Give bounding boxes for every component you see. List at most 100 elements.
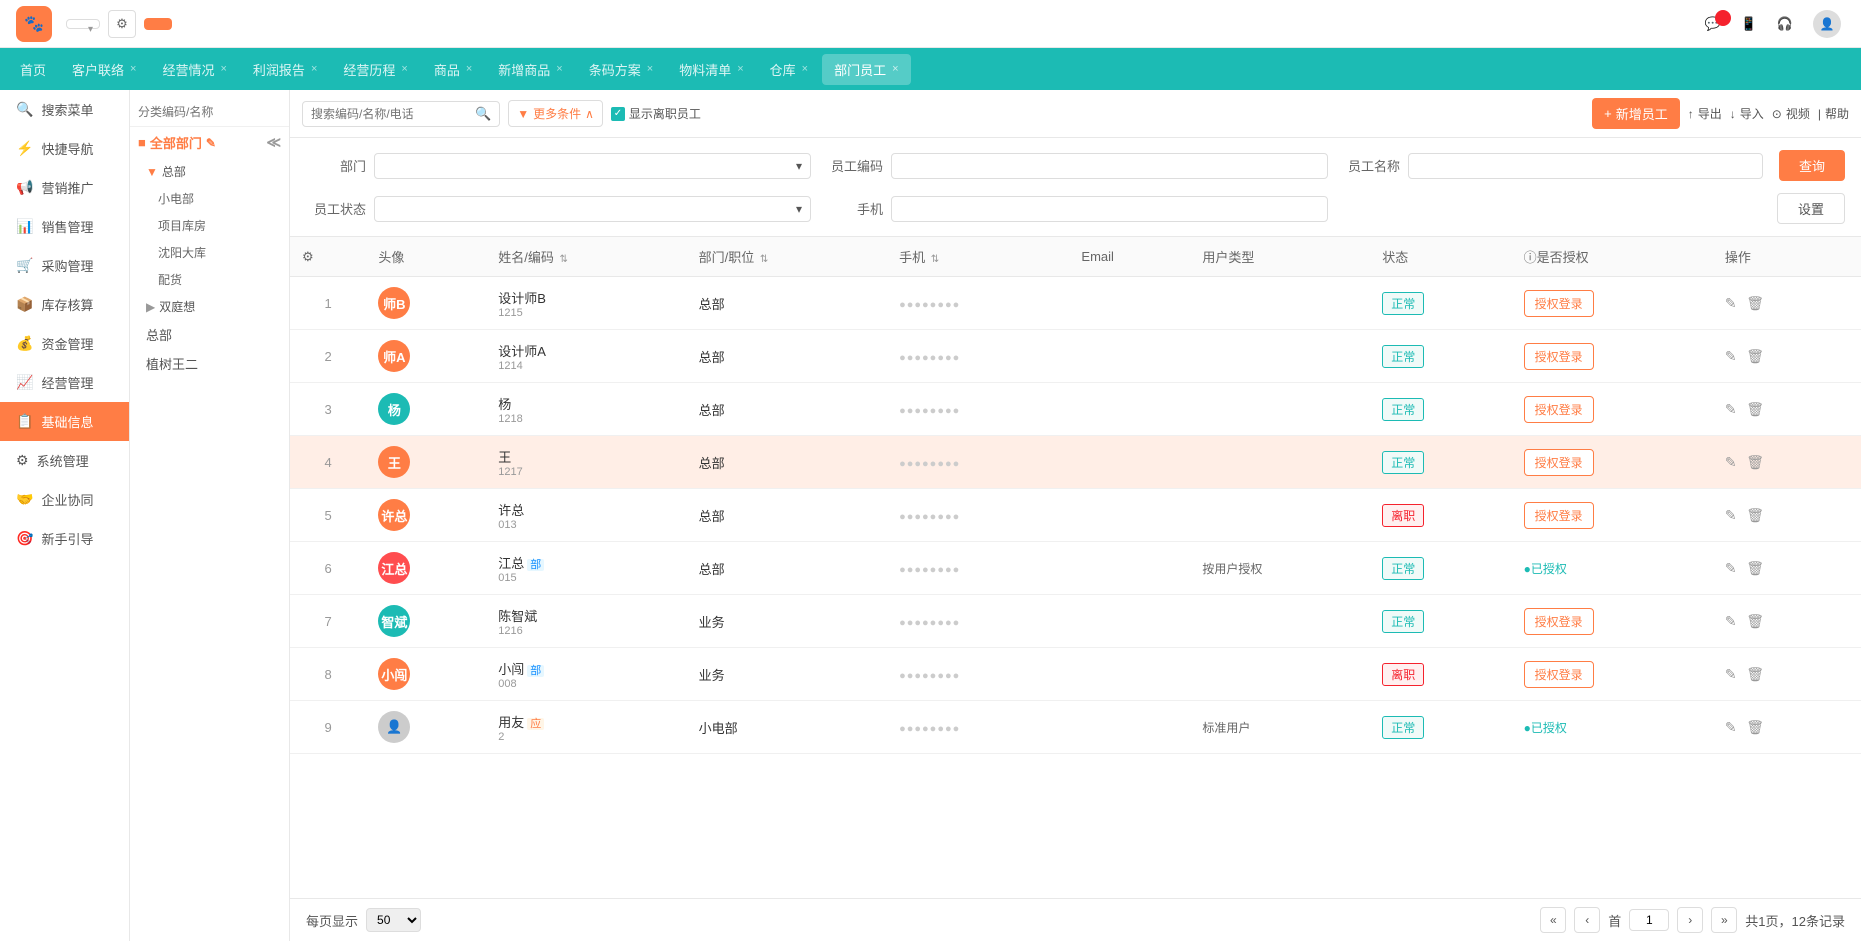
edit-button[interactable]: ✎ <box>1725 719 1737 735</box>
col-settings[interactable]: ⚙ <box>290 237 366 277</box>
dept-filter-select[interactable]: ▾ <box>374 153 811 179</box>
tab-employees[interactable]: 部门员工 × <box>822 54 910 85</box>
sidebar-item-search[interactable]: 🔍 搜索菜单 <box>0 90 129 129</box>
dept-all[interactable]: ■ 全部部门 ✎ ≪ <box>130 127 289 158</box>
help-button[interactable]: | 帮助 <box>1818 105 1849 122</box>
system-title[interactable] <box>66 19 100 29</box>
tab-customer[interactable]: 客户联络 × <box>60 54 148 85</box>
delete-button[interactable]: 🗑 <box>1746 295 1764 311</box>
delete-button[interactable]: 🗑 <box>1746 507 1764 523</box>
export-button[interactable]: ↑ 导出 <box>1688 105 1722 122</box>
message-button[interactable]: 💬 <box>1704 16 1724 32</box>
delete-button[interactable]: 🗑 <box>1746 666 1764 682</box>
dept-edit-icon[interactable]: ✎ <box>206 136 216 150</box>
app-download-button[interactable]: 📱 <box>1741 16 1761 32</box>
auth-button[interactable]: 授权登录 <box>1524 290 1594 317</box>
dept-sub-xiaodian[interactable]: 小电部 <box>130 185 289 212</box>
edit-button[interactable]: ✎ <box>1725 348 1737 364</box>
add-employee-button[interactable]: + 新增员工 <box>1592 98 1680 129</box>
status-filter-select[interactable]: ▾ <box>374 196 811 222</box>
prev-page-button[interactable]: ‹ <box>1574 907 1600 933</box>
tab-history[interactable]: 经营历程 × <box>331 54 419 85</box>
page-input[interactable] <box>1629 909 1669 931</box>
tab-bom[interactable]: 物料清单 × <box>667 54 755 85</box>
sidebar-item-system[interactable]: ⚙ 系统管理 <box>0 441 129 480</box>
dept-sub-shenyang[interactable]: 沈阳大库 <box>130 239 289 266</box>
col-name[interactable]: 姓名/编码 ⇅ <box>486 237 686 277</box>
sidebar-item-purchase[interactable]: 🛒 采购管理 <box>0 246 129 285</box>
dept-sub-peihuo[interactable]: 配货 <box>130 266 289 293</box>
per-page-select[interactable]: 50 100 <box>366 908 421 932</box>
close-icon[interactable]: × <box>647 63 653 75</box>
view-button[interactable]: ⊙ 视频 <box>1772 105 1810 122</box>
sidebar-item-guide[interactable]: 🎯 新手引导 <box>0 519 129 558</box>
tab-add-goods[interactable]: 新增商品 × <box>486 54 574 85</box>
delete-button[interactable]: 🗑 <box>1746 348 1764 364</box>
dept-sub-project[interactable]: 项目库房 <box>130 212 289 239</box>
edit-button[interactable]: ✎ <box>1725 295 1737 311</box>
show-offline-toggle[interactable]: ✓ 显示离职员工 <box>611 105 701 122</box>
search-icon[interactable]: 🔍 <box>475 106 491 122</box>
trial-button[interactable] <box>144 18 172 30</box>
sidebar-item-basic[interactable]: 📋 基础信息 <box>0 402 129 441</box>
tab-warehouse[interactable]: 仓库 × <box>758 54 820 85</box>
tab-barcode[interactable]: 条码方案 × <box>577 54 665 85</box>
more-filter-button[interactable]: ▼ 更多条件 ∧ <box>508 100 603 127</box>
sidebar-item-sales[interactable]: 📊 销售管理 <box>0 207 129 246</box>
first-page-button[interactable]: « <box>1540 907 1566 933</box>
close-icon[interactable]: × <box>401 63 407 75</box>
sidebar-item-management[interactable]: 📈 经营管理 <box>0 363 129 402</box>
setting-button[interactable]: 设置 <box>1777 193 1845 224</box>
edit-button[interactable]: ✎ <box>1725 560 1737 576</box>
auth-button[interactable]: 授权登录 <box>1524 502 1594 529</box>
gear-button[interactable]: ⚙ <box>108 10 136 38</box>
col-dept[interactable]: 部门/职位 ⇅ <box>687 237 887 277</box>
phone-input[interactable] <box>891 196 1328 222</box>
query-button[interactable]: 查询 <box>1779 150 1845 181</box>
sidebar-item-finance[interactable]: 💰 资金管理 <box>0 324 129 363</box>
sidebar-item-nav[interactable]: ⚡ 快捷导航 <box>0 129 129 168</box>
edit-button[interactable]: ✎ <box>1725 666 1737 682</box>
close-icon[interactable]: × <box>311 63 317 75</box>
next-page-button[interactable]: › <box>1677 907 1703 933</box>
delete-button[interactable]: 🗑 <box>1746 719 1764 735</box>
close-icon[interactable]: × <box>556 63 562 75</box>
search-input[interactable] <box>311 107 471 121</box>
edit-button[interactable]: ✎ <box>1725 401 1737 417</box>
last-page-button[interactable]: » <box>1711 907 1737 933</box>
edit-button[interactable]: ✎ <box>1725 454 1737 470</box>
auth-button[interactable]: 授权登录 <box>1524 396 1594 423</box>
dept-node-zongbu[interactable]: 总部 <box>130 320 289 349</box>
close-icon[interactable]: × <box>466 63 472 75</box>
delete-button[interactable]: 🗑 <box>1746 613 1764 629</box>
sidebar-item-marketing[interactable]: 📢 营销推广 <box>0 168 129 207</box>
close-icon[interactable]: × <box>802 63 808 75</box>
dept-node-headquarters[interactable]: ▼ 总部 <box>130 158 289 185</box>
tab-profit[interactable]: 利润报告 × <box>241 54 329 85</box>
close-icon[interactable]: × <box>892 63 898 75</box>
tab-operation[interactable]: 经营情况 × <box>150 54 238 85</box>
empcode-input[interactable] <box>891 153 1328 179</box>
dept-node-zhishu[interactable]: 植树王二 <box>130 349 289 378</box>
tab-home[interactable]: 首页 <box>8 54 58 85</box>
import-button[interactable]: ↓ 导入 <box>1730 105 1764 122</box>
sidebar-item-inventory[interactable]: 📦 库存核算 <box>0 285 129 324</box>
close-icon[interactable]: × <box>737 63 743 75</box>
sidebar-item-collab[interactable]: 🤝 企业协同 <box>0 480 129 519</box>
edit-button[interactable]: ✎ <box>1725 507 1737 523</box>
auth-button[interactable]: 授权登录 <box>1524 343 1594 370</box>
close-icon[interactable]: × <box>220 63 226 75</box>
close-icon[interactable]: × <box>130 63 136 75</box>
online-service-button[interactable]: 🎧 <box>1777 16 1797 32</box>
col-phone[interactable]: 手机 ⇅ <box>887 237 1069 277</box>
user-menu[interactable]: 👤 <box>1813 10 1845 38</box>
auth-button[interactable]: 授权登录 <box>1524 449 1594 476</box>
auth-button[interactable]: 授权登录 <box>1524 608 1594 635</box>
edit-button[interactable]: ✎ <box>1725 613 1737 629</box>
dept-node-shuangting[interactable]: ▶ 双庭想 <box>130 293 289 320</box>
delete-button[interactable]: 🗑 <box>1746 560 1764 576</box>
auth-button[interactable]: 授权登录 <box>1524 661 1594 688</box>
delete-button[interactable]: 🗑 <box>1746 454 1764 470</box>
dept-search-input[interactable] <box>138 105 290 119</box>
dept-collapse-icon[interactable]: ≪ <box>266 134 281 151</box>
